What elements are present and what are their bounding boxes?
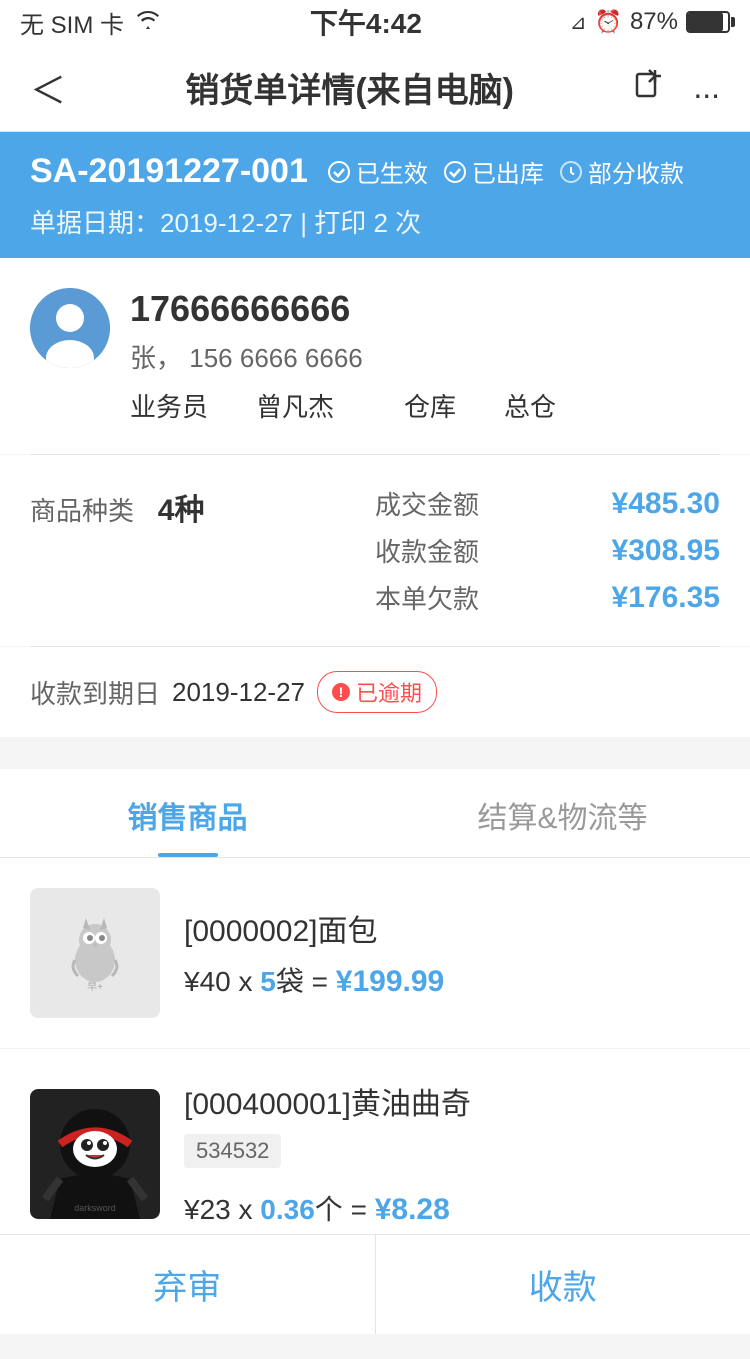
tab-settlement[interactable]: 结算&物流等 bbox=[375, 769, 750, 857]
customer-meta: 业务员 曾凡杰 仓库 总仓 bbox=[130, 387, 720, 424]
product-name-2: [000400001]黄油曲奇 bbox=[184, 1079, 720, 1123]
received-label: 收款金额 bbox=[375, 532, 479, 569]
debt-amount: ¥176.35 bbox=[612, 581, 720, 615]
product-price-1: ¥40 x 5袋 = ¥199.99 bbox=[184, 960, 720, 1000]
summary-left: 商品种类 4种 bbox=[30, 485, 375, 539]
type-count: 4种 bbox=[158, 494, 205, 527]
deal-row: 成交金额 ¥485.30 bbox=[375, 485, 720, 522]
overdue-text: 已逾期 bbox=[356, 676, 422, 708]
avatar bbox=[30, 288, 110, 368]
type-label: 商品种类 bbox=[30, 496, 134, 526]
wifi-icon bbox=[134, 8, 162, 37]
nav-title: 销货单详情(来自电脑) bbox=[185, 63, 514, 112]
nav-actions: ... bbox=[633, 66, 720, 110]
status-bar: 无 SIM 卡 下午4:42 ⊿ ⏰ 87% bbox=[0, 0, 750, 44]
alarm-icon: ⏰ bbox=[595, 9, 622, 35]
cancel-button[interactable]: 弃审 bbox=[0, 1235, 376, 1334]
order-id: SA-20191227-001 bbox=[30, 152, 308, 191]
nav-bar: ＜ 销货单详情(来自电脑) ... bbox=[0, 44, 750, 132]
overdue-badge: ! 已逾期 bbox=[317, 671, 437, 713]
back-button[interactable]: ＜ bbox=[30, 62, 66, 114]
product-image-2: darksword bbox=[30, 1089, 160, 1219]
warehouse-name: 总仓 bbox=[504, 387, 556, 424]
status-partial: 部分收款 bbox=[560, 154, 684, 189]
product-name-1: [0000002]面包 bbox=[184, 906, 720, 950]
status-right: ⊿ ⏰ 87% bbox=[570, 8, 730, 36]
product-list: 早+ [0000002]面包 ¥40 x 5袋 = ¥199.99 bbox=[0, 858, 750, 1259]
location-icon: ⊿ bbox=[570, 10, 587, 35]
list-item: darksword [000400001]黄油曲奇 534532 ¥23 x 0… bbox=[0, 1049, 750, 1259]
customer-name-phone: 张， 156 6666 6666 bbox=[130, 338, 720, 375]
payment-due-label: 收款到期日 bbox=[30, 674, 160, 711]
product-info-2: [000400001]黄油曲奇 534532 ¥23 x 0.36个 = ¥8.… bbox=[184, 1079, 720, 1228]
warehouse-label: 仓库 bbox=[404, 387, 456, 424]
carrier-text: 无 SIM 卡 bbox=[20, 5, 124, 40]
list-item: 早+ [0000002]面包 ¥40 x 5袋 = ¥199.99 bbox=[0, 858, 750, 1049]
payment-due: 收款到期日 2019-12-27 ! 已逾期 bbox=[0, 647, 750, 737]
summary-section: 商品种类 4种 成交金额 ¥485.30 收款金额 ¥308.95 本单欠款 ¥… bbox=[0, 455, 750, 646]
customer-phone: 17666666666 bbox=[130, 288, 720, 330]
more-button[interactable]: ... bbox=[693, 69, 720, 106]
svg-text:早+: 早+ bbox=[87, 981, 103, 993]
product-total-2: ¥8.28 bbox=[375, 1193, 450, 1226]
status-badges: 已生效 已出库 部分收款 bbox=[328, 154, 684, 189]
debt-label: 本单欠款 bbox=[375, 579, 479, 616]
tab-sales-products[interactable]: 销售商品 bbox=[0, 769, 375, 857]
debt-row: 本单欠款 ¥176.35 bbox=[375, 579, 720, 616]
battery-text: 87% bbox=[630, 8, 678, 36]
received-row: 收款金额 ¥308.95 bbox=[375, 532, 720, 569]
header-date: 单据日期：2019-12-27 | 打印 2 次 bbox=[30, 203, 720, 240]
status-left: 无 SIM 卡 bbox=[20, 5, 162, 40]
overdue-dot: ! bbox=[332, 683, 350, 701]
summary-right: 成交金额 ¥485.30 收款金额 ¥308.95 本单欠款 ¥176.35 bbox=[375, 485, 720, 616]
status-time: 下午4:42 bbox=[310, 2, 422, 42]
product-qty-1: 5 bbox=[260, 966, 276, 997]
share-button[interactable] bbox=[633, 66, 669, 110]
battery-icon bbox=[686, 11, 730, 33]
status-active: 已生效 bbox=[328, 154, 428, 189]
product-tag-2: 534532 bbox=[184, 1134, 281, 1168]
deal-label: 成交金额 bbox=[375, 485, 479, 522]
customer-section: 17666666666 张， 156 6666 6666 业务员 曾凡杰 仓库 … bbox=[0, 258, 750, 454]
customer-info: 17666666666 张， 156 6666 6666 业务员 曾凡杰 仓库 … bbox=[130, 288, 720, 424]
section-divider bbox=[0, 737, 750, 753]
svg-text:darksword: darksword bbox=[74, 1203, 116, 1213]
product-qty-2: 0.36 bbox=[260, 1194, 315, 1225]
sales-name: 曾凡杰 bbox=[256, 387, 334, 424]
bottom-bar: 弃审 收款 bbox=[0, 1234, 750, 1334]
product-image-1: 早+ bbox=[30, 888, 160, 1018]
product-info-1: [0000002]面包 ¥40 x 5袋 = ¥199.99 bbox=[184, 906, 720, 1000]
tabs-container: 销售商品 结算&物流等 bbox=[0, 769, 750, 858]
header-banner: SA-20191227-001 已生效 已出库 部分收款 单据日期：2019-1… bbox=[0, 132, 750, 258]
confirm-button[interactable]: 收款 bbox=[376, 1235, 750, 1334]
received-amount: ¥308.95 bbox=[612, 534, 720, 568]
product-total-1: ¥199.99 bbox=[336, 965, 444, 998]
product-price-2: ¥23 x 0.36个 = ¥8.28 bbox=[184, 1188, 720, 1228]
sales-label: 业务员 bbox=[130, 387, 208, 424]
payment-due-date: 2019-12-27 bbox=[172, 677, 305, 708]
deal-amount: ¥485.30 bbox=[612, 487, 720, 521]
status-shipped: 已出库 bbox=[444, 154, 544, 189]
